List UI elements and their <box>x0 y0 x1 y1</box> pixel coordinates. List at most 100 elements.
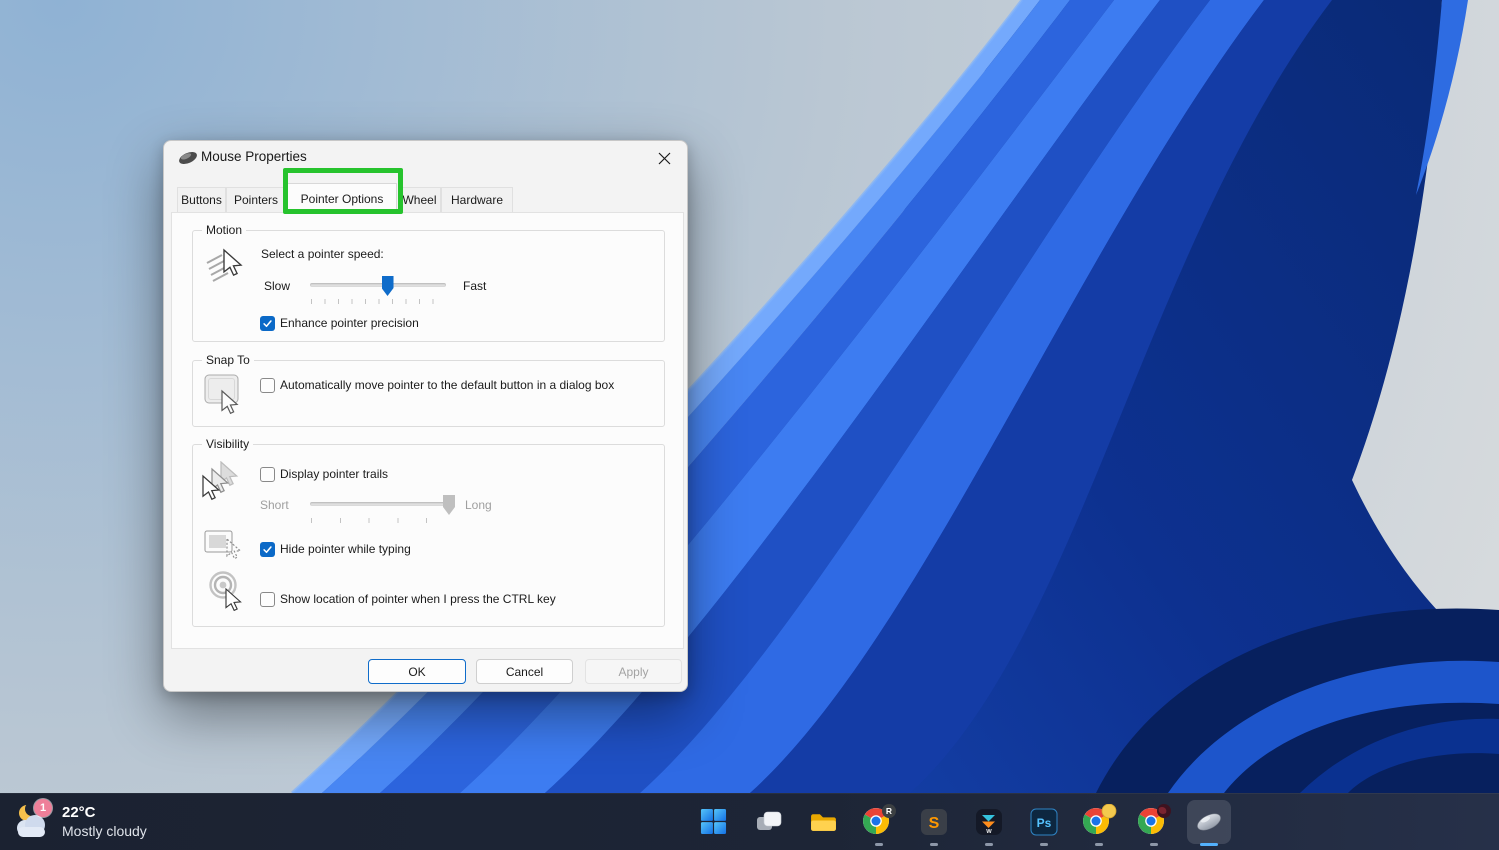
visibility-group-label: Visibility <box>202 437 254 451</box>
tab-wheel[interactable]: Wheel <box>398 187 441 212</box>
file-explorer-button[interactable] <box>796 793 851 850</box>
slider-thumb[interactable] <box>381 276 394 296</box>
show-location-label: Show location of pointer when I press th… <box>280 592 556 606</box>
hide-pointer-icon <box>204 530 241 560</box>
tab-label: Buttons <box>181 193 222 207</box>
sublime-glyph: S <box>928 815 939 832</box>
pointer-options-page: Motion Select a pointer speed: Slow Fast <box>171 212 684 649</box>
snap-to-checkbox[interactable] <box>260 378 275 393</box>
apply-button[interactable]: Apply <box>585 659 682 684</box>
close-button[interactable] <box>649 145 679 172</box>
close-icon <box>658 152 670 165</box>
running-indicator <box>874 843 883 846</box>
taskbar: 1 22°C Mostly cloudy R S w Ps <box>0 793 1499 850</box>
short-label: Short <box>260 498 289 512</box>
tab-pointers[interactable]: Pointers <box>226 187 286 212</box>
tab-buttons[interactable]: Buttons <box>177 187 226 212</box>
snap-to-row: Automatically move pointer to the defaul… <box>260 378 614 393</box>
running-indicator <box>1039 843 1048 846</box>
trail-length-slider <box>310 494 455 523</box>
weather-widget[interactable]: 1 22°C Mostly cloudy <box>10 798 147 844</box>
show-location-icon <box>209 571 242 611</box>
tab-label: Wheel <box>402 193 437 207</box>
select-speed-label: Select a pointer speed: <box>261 247 384 261</box>
display-pointer-trails-checkbox[interactable] <box>260 467 275 482</box>
enhance-pointer-precision-checkbox[interactable] <box>260 316 275 331</box>
slow-label: Slow <box>264 279 291 293</box>
show-location-row: Show location of pointer when I press th… <box>260 592 556 607</box>
pointer-trails-icon <box>202 461 238 500</box>
slider-track[interactable] <box>310 283 446 287</box>
chrome-icon <box>1082 803 1116 834</box>
task-view-icon <box>756 811 781 830</box>
snap-to-icon <box>204 374 239 414</box>
active-indicator <box>1199 842 1218 846</box>
running-indicator <box>984 843 993 846</box>
enhance-pointer-precision-row: Enhance pointer precision <box>260 316 419 331</box>
photoshop-glyph: Ps <box>1036 816 1051 830</box>
snap-to-group-label: Snap To <box>202 353 254 367</box>
check-icon <box>263 320 272 328</box>
long-label: Long <box>465 498 492 512</box>
motion-group: Motion Select a pointer speed: Slow Fast <box>192 223 665 342</box>
sublime-text-icon: S <box>920 808 947 835</box>
tab-label: Pointer Options <box>300 192 384 206</box>
cancel-button[interactable]: Cancel <box>476 659 573 684</box>
display-pointer-trails-label: Display pointer trails <box>280 467 389 481</box>
weather-condition: Mostly cloudy <box>62 822 147 839</box>
chrome-profile-3-button[interactable] <box>1126 793 1181 850</box>
photoshop-icon: Ps <box>1030 808 1057 835</box>
fast-label: Fast <box>463 279 487 293</box>
running-indicator <box>1094 843 1103 846</box>
chrome-icon: R <box>862 803 896 834</box>
slider-thumb <box>443 495 455 515</box>
weather-icon-wrap: 1 <box>10 799 54 843</box>
weather-text: 22°C Mostly cloudy <box>62 803 147 840</box>
running-indicator <box>929 843 938 846</box>
profile-badge-letter: R <box>885 806 891 816</box>
tab-pointer-options[interactable]: Pointer Options <box>287 183 397 214</box>
photoshop-button[interactable]: Ps <box>1016 793 1071 850</box>
visibility-group: Visibility Display pointer trails Short … <box>192 437 665 627</box>
slider-ticks <box>311 299 446 304</box>
filmora-icon: w <box>975 808 1002 835</box>
mouse-icon <box>179 152 197 164</box>
desktop-screen: Mouse Properties Buttons Pointers Pointe… <box>0 0 1499 850</box>
notification-badge: 1 <box>34 799 52 817</box>
show-location-checkbox[interactable] <box>260 592 275 607</box>
motion-group-label: Motion <box>202 223 247 237</box>
chrome-profile-r-button[interactable]: R <box>851 793 906 850</box>
tab-label: Pointers <box>233 193 279 207</box>
hide-pointer-row: Hide pointer while typing <box>260 542 411 557</box>
check-icon <box>263 546 272 554</box>
dialog-title: Mouse Properties <box>201 149 307 164</box>
tab-hardware[interactable]: Hardware <box>441 187 513 212</box>
pointer-speed-icon <box>206 249 242 282</box>
taskbar-icons: R S w Ps <box>686 793 1236 850</box>
chrome-profile-2-button[interactable] <box>1071 793 1126 850</box>
filmora-button[interactable]: w <box>961 793 1016 850</box>
chrome-icon <box>1137 803 1171 834</box>
snap-to-group: Snap To Automatically move pointer to th… <box>192 353 665 427</box>
file-explorer-icon <box>811 814 836 831</box>
running-indicator <box>1149 843 1158 846</box>
slider-ticks <box>311 518 455 523</box>
ok-button[interactable]: OK <box>368 659 466 684</box>
slider-track <box>310 502 455 506</box>
display-pointer-trails-row: Display pointer trails <box>260 467 388 482</box>
task-view-button[interactable] <box>741 793 796 850</box>
mouse-properties-dialog: Mouse Properties Buttons Pointers Pointe… <box>163 140 688 692</box>
pointer-speed-slider[interactable] <box>310 275 446 304</box>
start-button[interactable] <box>686 793 741 850</box>
windows-start-icon <box>700 808 727 835</box>
dialog-titlebar[interactable]: Mouse Properties <box>164 141 687 175</box>
weather-temperature: 22°C <box>62 803 96 821</box>
mouse-app-icon <box>1196 813 1221 830</box>
mouse-settings-button[interactable] <box>1181 793 1236 850</box>
filmora-glyph: w <box>985 828 992 835</box>
sublime-text-button[interactable]: S <box>906 793 961 850</box>
enhance-pointer-precision-label: Enhance pointer precision <box>280 316 419 330</box>
tab-label: Hardware <box>450 193 504 207</box>
hide-pointer-label: Hide pointer while typing <box>280 542 411 556</box>
hide-pointer-checkbox[interactable] <box>260 542 275 557</box>
